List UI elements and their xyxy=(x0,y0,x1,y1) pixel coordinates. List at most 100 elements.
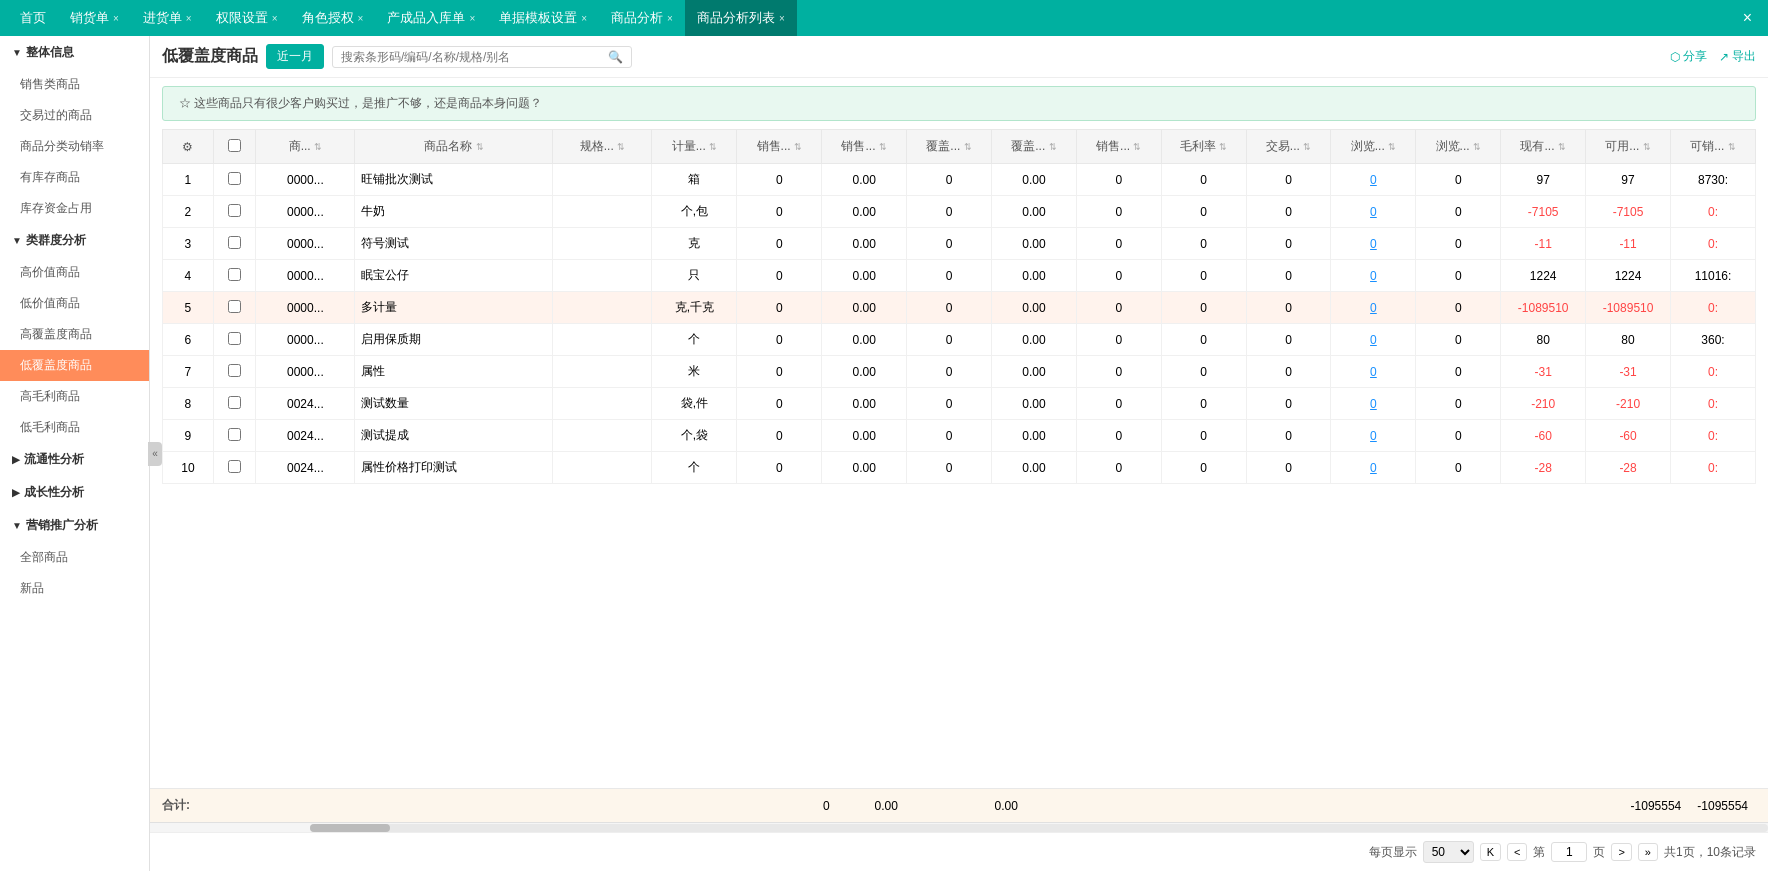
th-check[interactable] xyxy=(213,130,255,164)
nav-role[interactable]: 角色授权 × xyxy=(290,0,376,36)
table-cell xyxy=(553,196,652,228)
sidebar-section-growth[interactable]: ▶ 成长性分析 xyxy=(0,476,149,509)
select-all-checkbox[interactable] xyxy=(228,139,241,152)
table-container[interactable]: ⚙ 商... ⇅ 商品名称 ⇅ 规格... ⇅ 计量... ⇅ 销售... ⇅ … xyxy=(150,129,1768,788)
row-checkbox[interactable] xyxy=(228,172,241,185)
sidebar-item-category-rate[interactable]: 商品分类动销率 xyxy=(0,131,149,162)
row-checkbox[interactable] xyxy=(228,300,241,313)
browse-link[interactable]: 0 xyxy=(1370,301,1377,315)
browse-link[interactable]: 0 xyxy=(1370,333,1377,347)
th-name[interactable]: 商品名称 ⇅ xyxy=(355,130,553,164)
nav-close-goods-analysis-list[interactable]: × xyxy=(779,13,785,24)
nav-close-product-entry[interactable]: × xyxy=(469,13,475,24)
row-checkbox[interactable] xyxy=(228,332,241,345)
th-browse1[interactable]: 浏览... ⇅ xyxy=(1331,130,1416,164)
sidebar-item-low-value[interactable]: 低价值商品 xyxy=(0,288,149,319)
th-available[interactable]: 可用... ⇅ xyxy=(1586,130,1671,164)
sidebar-item-all-goods[interactable]: 全部商品 xyxy=(0,542,149,573)
row-checkbox[interactable] xyxy=(228,268,241,281)
th-sales3[interactable]: 销售... ⇅ xyxy=(1076,130,1161,164)
sidebar-section-overall[interactable]: ▼ 整体信息 xyxy=(0,36,149,69)
share-btn[interactable]: ⬡ 分享 xyxy=(1670,48,1707,65)
table-cell: 0 xyxy=(1076,324,1161,356)
sidebar-item-new-goods[interactable]: 新品 xyxy=(0,573,149,604)
nav-goods-analysis[interactable]: 商品分析 × xyxy=(599,0,685,36)
row-checkbox[interactable] xyxy=(228,236,241,249)
nav-close-template[interactable]: × xyxy=(581,13,587,24)
search-input[interactable] xyxy=(341,50,604,64)
browse-link[interactable]: 0 xyxy=(1370,237,1377,251)
nav-close-permission[interactable]: × xyxy=(272,13,278,24)
browse-link[interactable]: 0 xyxy=(1370,429,1377,443)
th-margin[interactable]: 毛利率 ⇅ xyxy=(1161,130,1246,164)
th-code[interactable]: 商... ⇅ xyxy=(256,130,355,164)
browse-link[interactable]: 0 xyxy=(1370,269,1377,283)
page-size-select[interactable]: 50 100 200 xyxy=(1423,841,1474,863)
nav-close-purchase[interactable]: × xyxy=(186,13,192,24)
th-trade[interactable]: 交易... ⇅ xyxy=(1246,130,1331,164)
sidebar-item-high-coverage[interactable]: 高覆盖度商品 xyxy=(0,319,149,350)
table-cell xyxy=(553,388,652,420)
page-label: 第 xyxy=(1533,844,1545,861)
nav-close-goods-analysis[interactable]: × xyxy=(667,13,673,24)
table-cell xyxy=(213,196,255,228)
nav-home[interactable]: 首页 xyxy=(8,0,58,36)
table-cell: 0 xyxy=(1331,292,1416,324)
sidebar-item-in-stock[interactable]: 有库存商品 xyxy=(0,162,149,193)
export-btn[interactable]: ↗ 导出 xyxy=(1719,48,1756,65)
sidebar-section-coverage[interactable]: ▼ 类群度分析 xyxy=(0,224,149,257)
nav-close-role[interactable]: × xyxy=(358,13,364,24)
sidebar-section-liquidity[interactable]: ▶ 流通性分析 xyxy=(0,443,149,476)
sidebar-item-sales-goods[interactable]: 销售类商品 xyxy=(0,69,149,100)
th-cover1[interactable]: 覆盖... ⇅ xyxy=(907,130,992,164)
browse-link[interactable]: 0 xyxy=(1370,461,1377,475)
table-cell: 0 xyxy=(1076,196,1161,228)
nav-product-entry[interactable]: 产成品入库单 × xyxy=(375,0,487,36)
row-checkbox[interactable] xyxy=(228,396,241,409)
share-icon: ⬡ xyxy=(1670,50,1680,64)
sidebar-item-stock-capital[interactable]: 库存资金占用 xyxy=(0,193,149,224)
browse-link[interactable]: 0 xyxy=(1370,173,1377,187)
sidebar-section-marketing[interactable]: ▼ 营销推广分析 xyxy=(0,509,149,542)
table-cell: 0.00 xyxy=(822,452,907,484)
browse-link[interactable]: 0 xyxy=(1370,365,1377,379)
table-cell: 个,包 xyxy=(652,196,737,228)
browse-link[interactable]: 0 xyxy=(1370,205,1377,219)
th-cover2[interactable]: 覆盖... ⇅ xyxy=(991,130,1076,164)
next-page-btn[interactable]: > xyxy=(1611,843,1631,861)
sidebar-collapse-btn[interactable]: « xyxy=(148,442,162,466)
th-current[interactable]: 现有... ⇅ xyxy=(1501,130,1586,164)
nav-purchase[interactable]: 进货单 × xyxy=(131,0,204,36)
sidebar-item-low-margin[interactable]: 低毛利商品 xyxy=(0,412,149,443)
sidebar-item-high-margin[interactable]: 高毛利商品 xyxy=(0,381,149,412)
th-browse2[interactable]: 浏览... ⇅ xyxy=(1416,130,1501,164)
prev-page-btn[interactable]: < xyxy=(1507,843,1527,861)
first-page-btn[interactable]: K xyxy=(1480,843,1501,861)
th-unit[interactable]: 计量... ⇅ xyxy=(652,130,737,164)
sidebar-item-low-coverage[interactable]: 低覆盖度商品 xyxy=(0,350,149,381)
sidebar-item-traded-goods[interactable]: 交易过的商品 xyxy=(0,100,149,131)
table-cell: 0000... xyxy=(256,164,355,196)
th-settings[interactable]: ⚙ xyxy=(163,130,214,164)
th-saleable[interactable]: 可销... ⇅ xyxy=(1670,130,1755,164)
nav-template[interactable]: 单据模板设置 × xyxy=(487,0,599,36)
nav-sales[interactable]: 销货单 × xyxy=(58,0,131,36)
nav-goods-analysis-list[interactable]: 商品分析列表 × xyxy=(685,0,797,36)
row-checkbox[interactable] xyxy=(228,428,241,441)
browse-link[interactable]: 0 xyxy=(1370,397,1377,411)
last-page-btn[interactable]: » xyxy=(1638,843,1658,861)
page-number-input[interactable] xyxy=(1551,842,1587,862)
th-sales-amt[interactable]: 销售... ⇅ xyxy=(822,130,907,164)
row-checkbox[interactable] xyxy=(228,460,241,473)
table-cell: 0 xyxy=(1416,228,1501,260)
close-all-tabs[interactable]: × xyxy=(1735,9,1760,27)
nav-permission[interactable]: 权限设置 × xyxy=(204,0,290,36)
row-checkbox[interactable] xyxy=(228,364,241,377)
nav-close-sales[interactable]: × xyxy=(113,13,119,24)
time-tab-month[interactable]: 近一月 xyxy=(266,44,324,69)
sidebar-item-high-value[interactable]: 高价值商品 xyxy=(0,257,149,288)
row-checkbox[interactable] xyxy=(228,204,241,217)
table-cell: 0 xyxy=(1416,292,1501,324)
th-spec[interactable]: 规格... ⇅ xyxy=(553,130,652,164)
th-sales-qty[interactable]: 销售... ⇅ xyxy=(737,130,822,164)
